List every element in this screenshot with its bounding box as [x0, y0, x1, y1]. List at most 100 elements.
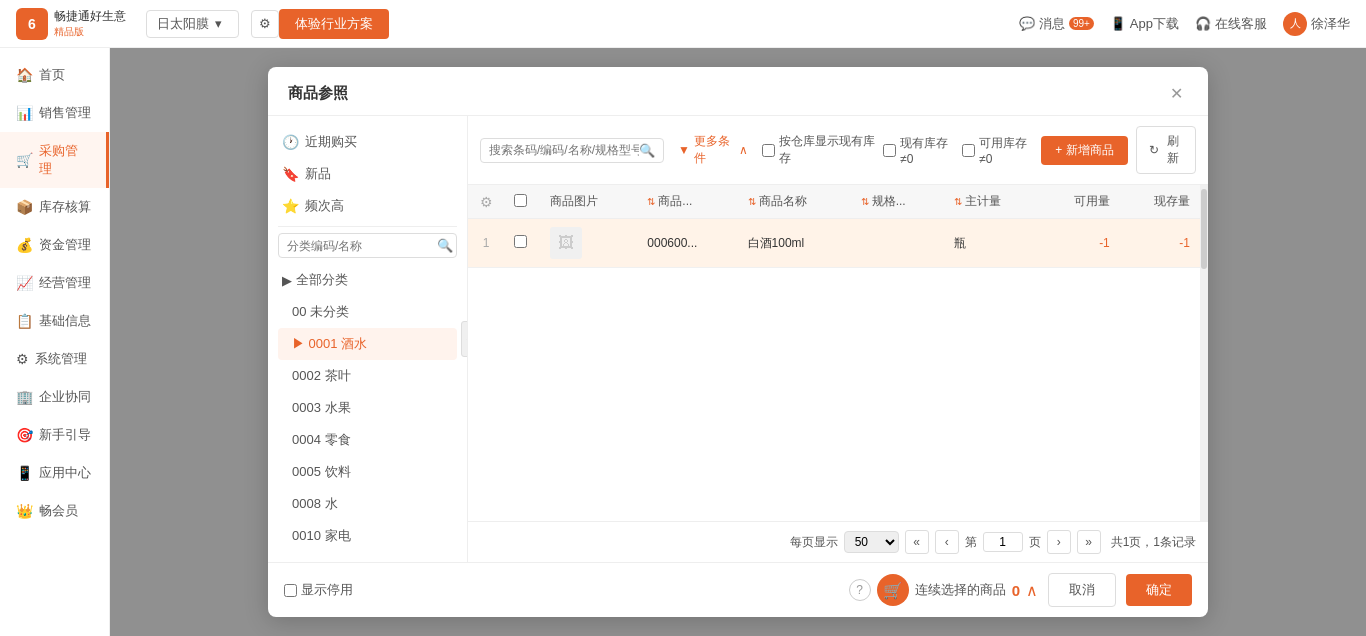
user-avatar: 人 — [1283, 12, 1307, 36]
category-item-0008[interactable]: 0008 水 — [278, 488, 457, 520]
category-item-0002[interactable]: 0002 茶叶 — [278, 360, 457, 392]
cancel-button[interactable]: 取消 — [1048, 573, 1116, 607]
modal-close-button[interactable]: ✕ — [1164, 81, 1188, 105]
sales-icon: 📊 — [16, 105, 33, 121]
help-icon[interactable]: ? — [849, 579, 871, 601]
page-suffix: 页 — [1029, 534, 1041, 551]
col-name: ⇅ 商品名称 — [738, 185, 851, 219]
first-page-button[interactable]: « — [905, 530, 929, 554]
sidebar-item-inventory[interactable]: 📦 库存核算 — [0, 188, 109, 226]
sidebar-item-sales[interactable]: 📊 销售管理 — [0, 94, 109, 132]
sidebar-item-enterprise[interactable]: 🏢 企业协同 — [0, 378, 109, 416]
page-total: 共1页，1条记录 — [1111, 534, 1196, 551]
category-search-icon[interactable]: 🔍 — [437, 238, 453, 253]
row-settings: 1 — [468, 219, 504, 268]
dropdown-arrow-icon: ▾ — [215, 16, 222, 31]
col-stock: 现存量 — [1120, 185, 1200, 219]
sidebar-item-home[interactable]: 🏠 首页 — [0, 56, 109, 94]
modal-right-panel: 🔍 ▼ 更多条件 ∧ 按仓库显示现有库存 — [468, 116, 1208, 562]
stock-warehouse-checkbox[interactable]: 按仓库显示现有库存 — [762, 133, 875, 167]
headphone-icon: 🎧 — [1195, 16, 1211, 31]
next-page-button[interactable]: › — [1047, 530, 1071, 554]
sidebar-item-finance[interactable]: 💰 资金管理 — [0, 226, 109, 264]
more-filter-button[interactable]: ▼ 更多条件 ∧ — [672, 129, 754, 171]
triangle-icon: ▶ — [282, 273, 292, 288]
sidebar-item-system[interactable]: ⚙ 系统管理 — [0, 340, 109, 378]
table-scrollbar[interactable] — [1200, 185, 1208, 521]
sidebar-item-operations[interactable]: 📈 经营管理 — [0, 264, 109, 302]
store-selector[interactable]: 日太阳膜 ▾ — [146, 10, 239, 38]
table-settings-icon[interactable]: ⚙ — [480, 194, 493, 210]
sort-icon-spec: ⇅ — [861, 196, 869, 207]
product-table: ⚙ 商品图片 — [468, 185, 1200, 268]
trial-button[interactable]: 体验行业方案 — [279, 9, 389, 39]
new-icon: 🔖 — [282, 166, 299, 182]
col-settings: ⚙ — [468, 185, 504, 219]
purchase-icon: 🛒 — [16, 152, 33, 168]
table-area: ⚙ 商品图片 — [468, 185, 1208, 521]
image-placeholder-icon: 🖼 — [558, 234, 574, 252]
modal-left-panel: 🕐 近期购买 🔖 新品 ⭐ 频次高 — [268, 116, 468, 562]
category-item-0001[interactable]: ▶ 0001 酒水 — [278, 328, 457, 360]
product-reference-modal: 商品参照 ✕ 🕐 近期购买 🔖 新品 — [268, 67, 1208, 617]
divider — [278, 226, 457, 227]
refresh-button[interactable]: ↻ 刷新 — [1136, 126, 1196, 174]
app-center-icon: 📱 — [16, 465, 33, 481]
sort-icon-name: ⇅ — [748, 196, 756, 207]
sidebar-item-purchase[interactable]: 🛒 采购管理 — [0, 132, 109, 188]
row-unit: 瓶 — [944, 219, 1040, 268]
available-stock-checkbox[interactable]: 现有库存≠0 — [883, 135, 954, 166]
product-search-input[interactable] — [489, 143, 639, 157]
last-page-button[interactable]: » — [1077, 530, 1101, 554]
per-page-select[interactable]: 50 10 20 100 — [844, 531, 899, 553]
category-item-00[interactable]: 00 未分类 — [278, 296, 457, 328]
settings-button[interactable]: ⚙ — [251, 10, 279, 38]
product-search-wrap: 🔍 — [480, 138, 664, 163]
sidebar-item-app-center[interactable]: 📱 应用中心 — [0, 454, 109, 492]
inventory-icon: 📦 — [16, 199, 33, 215]
messages-button[interactable]: 💬 消息 99+ — [1019, 15, 1094, 33]
prev-page-button[interactable]: ‹ — [935, 530, 959, 554]
category-item-0010[interactable]: 0010 家电 — [278, 520, 457, 552]
online-service-button[interactable]: 🎧 在线客服 — [1195, 15, 1267, 33]
select-all-checkbox[interactable] — [514, 194, 527, 207]
recent-purchase-nav[interactable]: 🕐 近期购买 — [268, 126, 467, 158]
row-select-checkbox[interactable] — [514, 235, 527, 248]
cart-area: ? 🛒 连续选择的商品 0 ∧ — [849, 574, 1038, 606]
main-area: 商品参照 ✕ 🕐 近期购买 🔖 新品 — [110, 48, 1366, 636]
sidebar-item-guide[interactable]: 🎯 新手引导 — [0, 416, 109, 454]
category-search-input[interactable] — [287, 239, 437, 253]
product-search-icon[interactable]: 🔍 — [639, 143, 655, 158]
new-product-nav[interactable]: 🔖 新品 — [268, 158, 467, 190]
finance-icon: 💰 — [16, 237, 33, 253]
col-spec: ⇅ 规格... — [851, 185, 944, 219]
usable-stock-checkbox[interactable]: 可用库存≠0 — [962, 135, 1033, 166]
sidebar-item-member[interactable]: 👑 畅会员 — [0, 492, 109, 530]
sidebar-item-base-info[interactable]: 📋 基础信息 — [0, 302, 109, 340]
app-download-button[interactable]: 📱 App下载 — [1110, 15, 1179, 33]
modal-footer: 显示停用 ? 🛒 连续选择的商品 0 ∧ 取消 确定 — [268, 562, 1208, 617]
cart-count: 0 — [1012, 582, 1020, 599]
category-item-0003[interactable]: 0003 水果 — [278, 392, 457, 424]
row-available: -1 — [1040, 219, 1120, 268]
show-disabled-checkbox[interactable]: 显示停用 — [284, 581, 353, 599]
cart-button[interactable]: 🛒 — [877, 574, 909, 606]
category-all[interactable]: ▶ 全部分类 — [278, 264, 457, 296]
collapse-panel-button[interactable]: ‹ — [461, 321, 468, 357]
user-menu[interactable]: 人 徐泽华 — [1283, 12, 1350, 36]
row-spec — [851, 219, 944, 268]
category-item-0004[interactable]: 0004 零食 — [278, 424, 457, 456]
table-row[interactable]: 1 🖼 — [468, 219, 1200, 268]
current-page-input[interactable] — [983, 532, 1023, 552]
product-thumbnail: 🖼 — [550, 227, 582, 259]
refresh-icon: ↻ — [1149, 143, 1159, 157]
scrollbar-thumb — [1201, 189, 1207, 269]
confirm-button[interactable]: 确定 — [1126, 574, 1192, 606]
add-product-button[interactable]: + 新增商品 — [1041, 136, 1127, 165]
frequent-nav[interactable]: ⭐ 频次高 — [268, 190, 467, 222]
row-code: 000600... — [637, 219, 737, 268]
logo-area: 6 畅捷通好生意 精品版 — [16, 8, 126, 40]
category-item-0005[interactable]: 0005 饮料 — [278, 456, 457, 488]
collapse-cart-button[interactable]: ∧ — [1026, 581, 1038, 600]
guide-icon: 🎯 — [16, 427, 33, 443]
